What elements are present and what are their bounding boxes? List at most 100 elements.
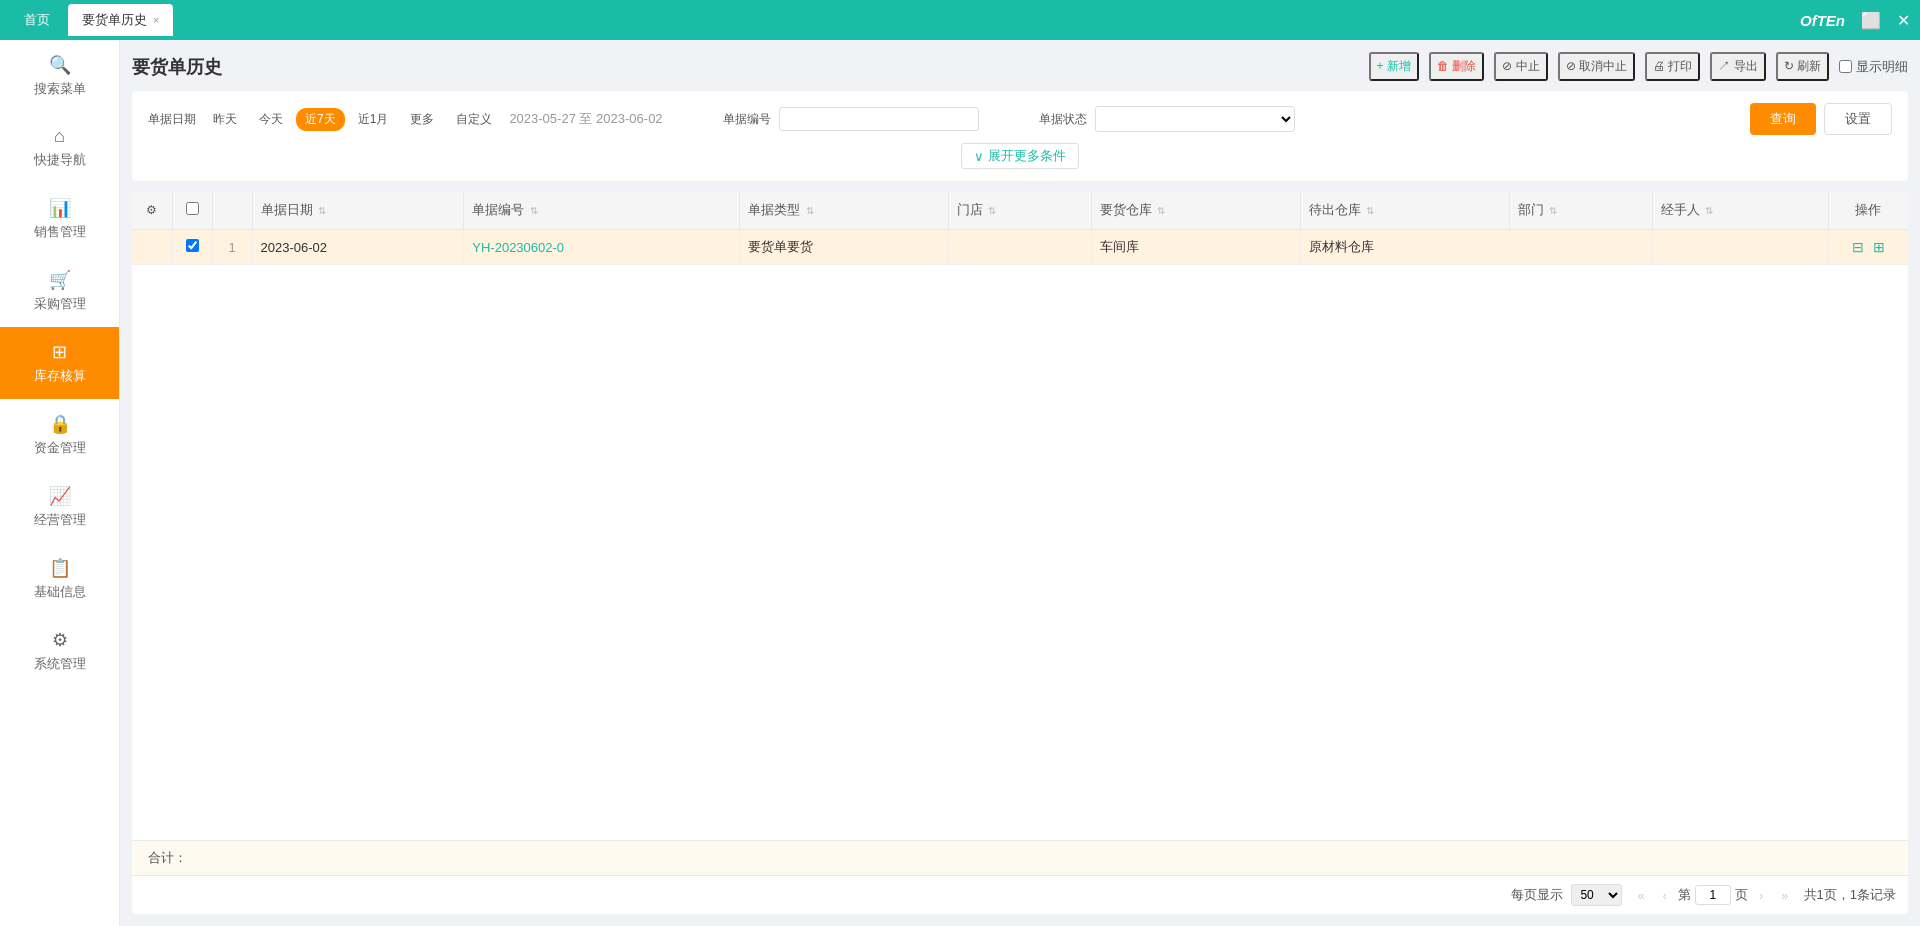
filter-expand-row: ∨ 展开更多条件 bbox=[148, 143, 1892, 169]
sidebar-item-inventory-label: 库存核算 bbox=[34, 367, 86, 385]
sidebar-item-sales-label: 销售管理 bbox=[34, 223, 86, 241]
date-btn-custom[interactable]: 自定义 bbox=[447, 108, 501, 131]
date-btn-today[interactable]: 今天 bbox=[250, 108, 292, 131]
date-btn-1month[interactable]: 近1月 bbox=[349, 108, 398, 131]
sidebar-item-inventory[interactable]: ⊞ 库存核算 bbox=[0, 327, 119, 399]
close-window-btn[interactable]: ✕ bbox=[1897, 11, 1910, 30]
top-bar-right: OfTEn ⬜ ✕ bbox=[1800, 11, 1910, 30]
sort-req-warehouse-icon: ⇅ bbox=[1157, 205, 1165, 216]
sidebar-item-system[interactable]: ⚙ 系统管理 bbox=[0, 615, 119, 687]
sidebar-item-operations-label: 经营管理 bbox=[34, 511, 86, 529]
page-nav: « ‹ 第 页 › » bbox=[1630, 885, 1795, 906]
row-num-cell: 1 bbox=[212, 230, 252, 265]
next-page-btn[interactable]: › bbox=[1752, 885, 1770, 906]
sort-store-icon: ⇅ bbox=[988, 205, 996, 216]
row-checkbox-cell[interactable] bbox=[172, 230, 212, 265]
sidebar-item-quicknav-label: 快捷导航 bbox=[34, 151, 86, 169]
sidebar-item-search-label: 搜索菜单 bbox=[34, 80, 86, 98]
quicknav-icon: ⌂ bbox=[54, 126, 65, 147]
current-page-input[interactable] bbox=[1695, 885, 1731, 905]
page-label: 第 bbox=[1678, 886, 1691, 904]
page-size-select[interactable]: 50 10 20 100 bbox=[1571, 884, 1622, 906]
row-ops-cell: ⊟ ⊞ bbox=[1828, 230, 1908, 265]
edit-row-icon[interactable]: ⊟ bbox=[1852, 239, 1864, 255]
row-req-warehouse-cell: 车间库 bbox=[1091, 230, 1300, 265]
last-page-btn[interactable]: » bbox=[1774, 885, 1795, 906]
delete-button[interactable]: 🗑 删除 bbox=[1429, 52, 1484, 81]
search-menu-icon: 🔍 bbox=[49, 54, 71, 76]
tab-bill-history[interactable]: 要货单历史 × bbox=[68, 4, 173, 36]
col-date[interactable]: 单据日期 ⇅ bbox=[252, 191, 464, 230]
sidebar-item-quicknav[interactable]: ⌂ 快捷导航 bbox=[0, 112, 119, 183]
brand-label: OfTEn bbox=[1800, 12, 1845, 29]
show-detail-checkbox[interactable] bbox=[1839, 60, 1852, 73]
prev-page-btn[interactable]: ‹ bbox=[1656, 885, 1674, 906]
sort-handler-icon: ⇅ bbox=[1705, 205, 1713, 216]
content-inner: 要货单历史 + 新增 🗑 删除 ⊘ 中止 ⊘ 取消中止 🖨 打印 ↗ 导出 ↻ … bbox=[132, 52, 1908, 914]
table-container: ⚙ 单据日期 ⇅ 单据编号 ⇅ bbox=[132, 191, 1908, 914]
date-btns: 昨天 今天 近7天 近1月 更多 自定义 bbox=[204, 108, 501, 131]
row-handler-cell bbox=[1652, 230, 1828, 265]
col-bill-no[interactable]: 单据编号 ⇅ bbox=[464, 191, 740, 230]
close-tab-icon[interactable]: × bbox=[153, 14, 159, 26]
query-button[interactable]: 查询 bbox=[1750, 103, 1816, 135]
show-detail-label: 显示明细 bbox=[1856, 58, 1908, 76]
sort-pending-warehouse-icon: ⇅ bbox=[1366, 205, 1374, 216]
detail-row-icon[interactable]: ⊞ bbox=[1873, 239, 1885, 255]
show-detail-checkbox-label[interactable]: 显示明细 bbox=[1839, 58, 1908, 76]
page-of-label: 页 bbox=[1735, 886, 1748, 904]
cancel-stop-button[interactable]: ⊘ 取消中止 bbox=[1558, 52, 1635, 81]
sidebar-item-sales[interactable]: 📊 销售管理 bbox=[0, 183, 119, 255]
expand-filter-btn[interactable]: ∨ 展开更多条件 bbox=[961, 143, 1079, 169]
maximize-btn[interactable]: ⬜ bbox=[1861, 11, 1881, 30]
operations-icon: 📈 bbox=[49, 485, 71, 507]
table-footer: 合计： bbox=[132, 840, 1908, 875]
table-scroll: ⚙ 单据日期 ⇅ 单据编号 ⇅ bbox=[132, 191, 1908, 840]
row-bill-type-cell: 要货单要货 bbox=[740, 230, 949, 265]
settings-button[interactable]: 设置 bbox=[1824, 103, 1892, 135]
tab-home[interactable]: 首页 bbox=[10, 4, 64, 36]
date-btn-yesterday[interactable]: 昨天 bbox=[204, 108, 246, 131]
export-button[interactable]: ↗ 导出 bbox=[1710, 52, 1765, 81]
col-pending-warehouse[interactable]: 待出仓库 ⇅ bbox=[1300, 191, 1509, 230]
sort-bill-no-icon: ⇅ bbox=[530, 205, 538, 216]
table-row: 1 2023-06-02 YH-20230602-0 要货单要货 bbox=[132, 230, 1908, 265]
sidebar-item-system-label: 系统管理 bbox=[34, 655, 86, 673]
col-req-warehouse[interactable]: 要货仓库 ⇅ bbox=[1091, 191, 1300, 230]
date-range-display: 2023-05-27 至 2023-06-02 bbox=[509, 110, 662, 128]
system-icon: ⚙ bbox=[52, 629, 68, 651]
col-store[interactable]: 门店 ⇅ bbox=[949, 191, 1092, 230]
col-settings[interactable]: ⚙ bbox=[132, 191, 172, 230]
sidebar-item-operations[interactable]: 📈 经营管理 bbox=[0, 471, 119, 543]
sidebar: 🔍 搜索菜单 ⌂ 快捷导航 📊 销售管理 🛒 采购管理 ⊞ 库存核算 🔒 资金管… bbox=[0, 40, 120, 926]
date-filter-label: 单据日期 bbox=[148, 111, 196, 128]
print-button[interactable]: 🖨 打印 bbox=[1645, 52, 1700, 81]
sidebar-item-purchase[interactable]: 🛒 采购管理 bbox=[0, 255, 119, 327]
date-btn-more[interactable]: 更多 bbox=[401, 108, 443, 131]
bill-status-select[interactable] bbox=[1095, 106, 1295, 132]
select-all-checkbox[interactable] bbox=[186, 202, 199, 215]
col-dept[interactable]: 部门 ⇅ bbox=[1509, 191, 1652, 230]
filter-actions: 查询 设置 bbox=[1750, 103, 1892, 135]
filter-area: 单据日期 昨天 今天 近7天 近1月 更多 自定义 2023-05-27 至 2… bbox=[132, 91, 1908, 181]
col-checkbox[interactable] bbox=[172, 191, 212, 230]
sidebar-item-purchase-label: 采购管理 bbox=[34, 295, 86, 313]
col-handler[interactable]: 经手人 ⇅ bbox=[1652, 191, 1828, 230]
bill-no-input[interactable] bbox=[779, 107, 979, 131]
new-button[interactable]: + 新增 bbox=[1369, 52, 1419, 81]
total-info: 共1页，1条记录 bbox=[1804, 886, 1896, 904]
bill-no-label: 单据编号 bbox=[723, 111, 771, 128]
sidebar-item-search[interactable]: 🔍 搜索菜单 bbox=[0, 40, 119, 112]
col-ops: 操作 bbox=[1828, 191, 1908, 230]
bill-no-link[interactable]: YH-20230602-0 bbox=[472, 240, 564, 255]
sidebar-item-basic-info[interactable]: 📋 基础信息 bbox=[0, 543, 119, 615]
col-bill-type[interactable]: 单据类型 ⇅ bbox=[740, 191, 949, 230]
stop-button[interactable]: ⊘ 中止 bbox=[1494, 52, 1547, 81]
row-dept-cell bbox=[1509, 230, 1652, 265]
first-page-btn[interactable]: « bbox=[1630, 885, 1651, 906]
refresh-button[interactable]: ↻ 刷新 bbox=[1776, 52, 1829, 81]
date-btn-7days[interactable]: 近7天 bbox=[296, 108, 345, 131]
row-checkbox[interactable] bbox=[186, 239, 199, 252]
sidebar-item-finance[interactable]: 🔒 资金管理 bbox=[0, 399, 119, 471]
page-size-text: 每页显示 bbox=[1511, 886, 1563, 904]
